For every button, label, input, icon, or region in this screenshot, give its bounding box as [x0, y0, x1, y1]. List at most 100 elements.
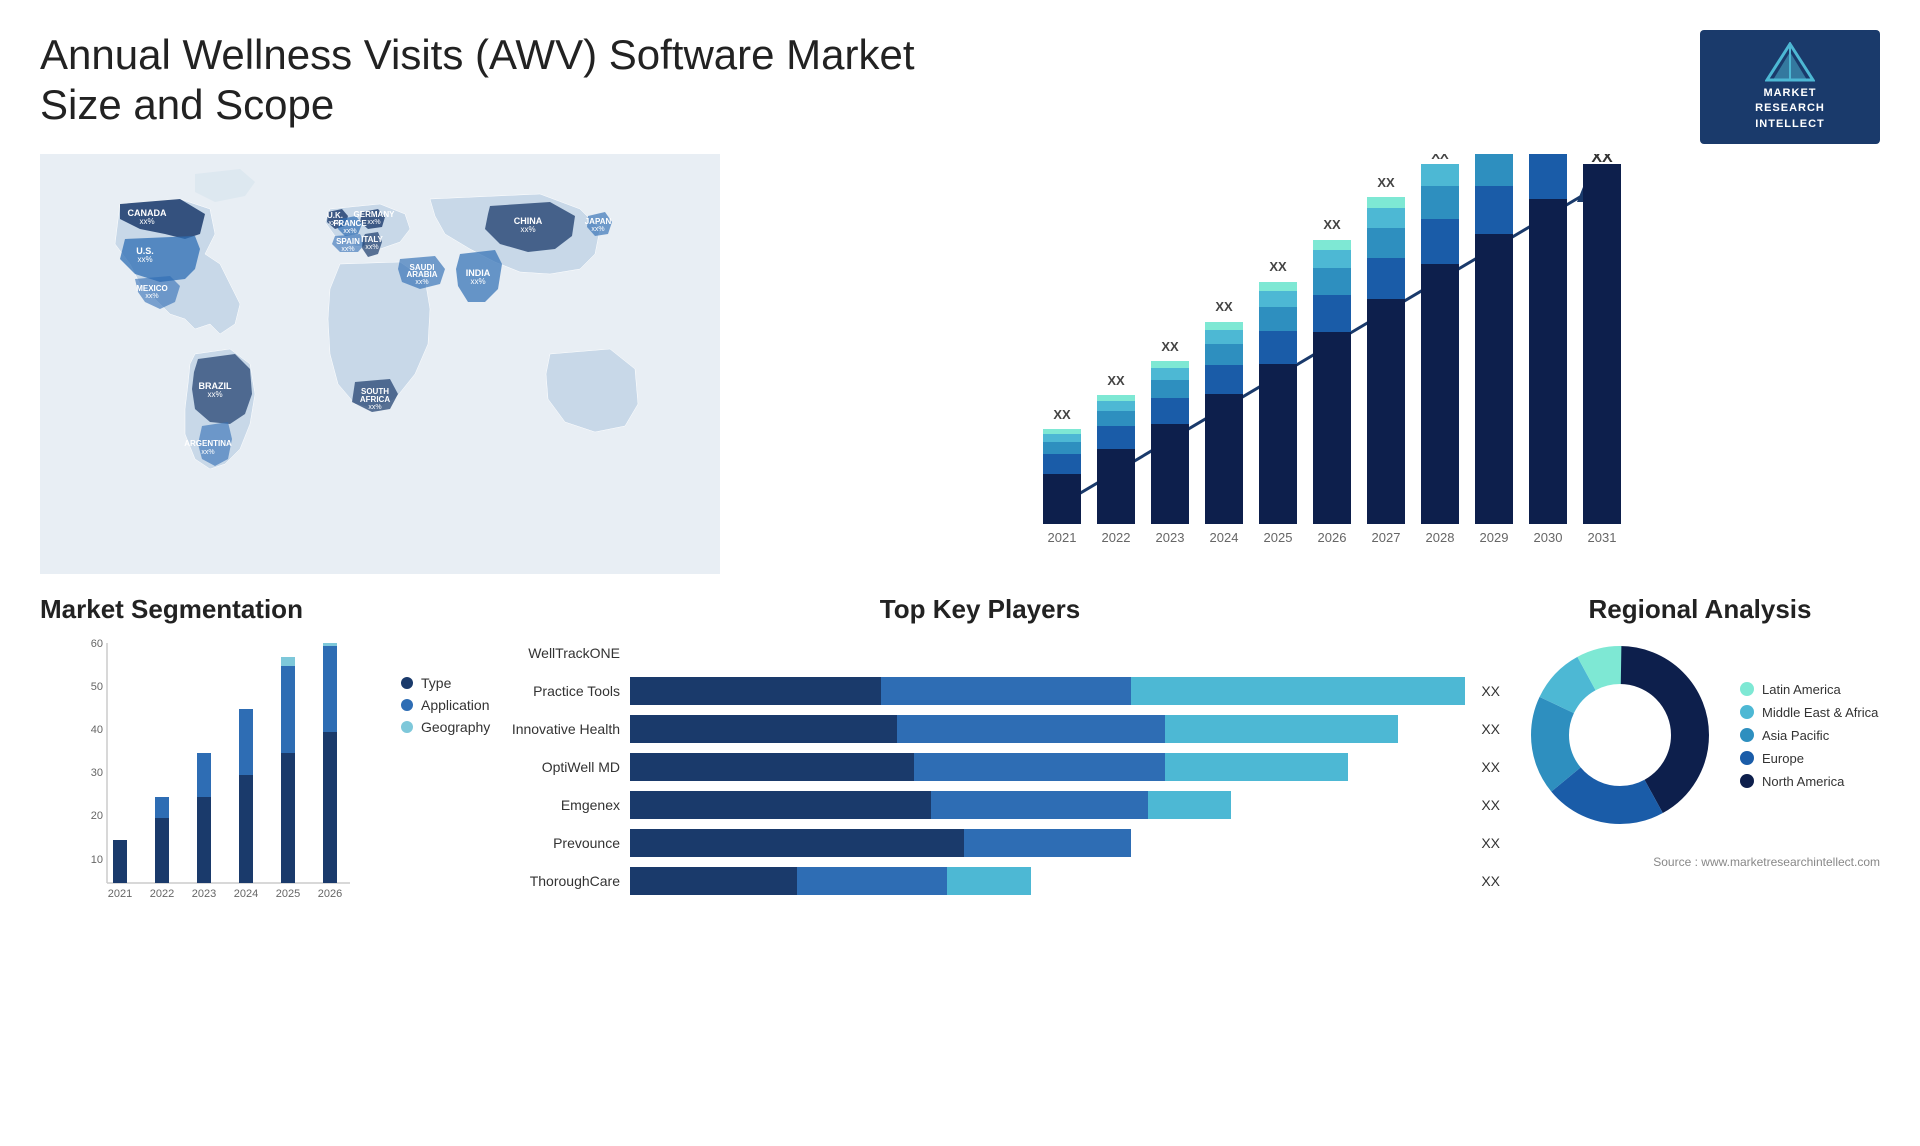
- reg-dot-middle-east: [1740, 705, 1754, 719]
- svg-text:SPAIN: SPAIN: [336, 237, 360, 246]
- svg-text:2021: 2021: [1048, 530, 1077, 545]
- reg-label-middle-east: Middle East & Africa: [1762, 705, 1878, 720]
- svg-text:FRANCE: FRANCE: [333, 219, 367, 228]
- page-title: Annual Wellness Visits (AWV) Software Ma…: [40, 30, 940, 131]
- svg-text:xx%: xx%: [207, 390, 222, 399]
- player-name: ThoroughCare: [460, 873, 620, 889]
- svg-text:2026: 2026: [318, 888, 342, 900]
- logo-icon: [1765, 42, 1815, 82]
- svg-text:XX: XX: [1161, 339, 1179, 354]
- player-xx: XX: [1481, 683, 1500, 699]
- svg-text:XX: XX: [1591, 154, 1613, 166]
- svg-text:xx%: xx%: [368, 404, 381, 411]
- reg-dot-asia-pacific: [1740, 728, 1754, 742]
- svg-text:GERMANY: GERMANY: [354, 210, 396, 219]
- svg-text:xx%: xx%: [470, 277, 485, 286]
- player-bar-container: [630, 791, 1465, 819]
- svg-text:MEXICO: MEXICO: [136, 284, 168, 293]
- bar-seg3: [1131, 677, 1465, 705]
- bar-seg3: [1165, 715, 1399, 743]
- player-row: Emgenex XX: [460, 791, 1500, 819]
- svg-text:50: 50: [91, 681, 103, 693]
- player-name: OptiWell MD: [460, 759, 620, 775]
- growth-chart: XX XX XX XX: [750, 154, 1880, 574]
- svg-text:2027: 2027: [1372, 530, 1401, 545]
- svg-text:2022: 2022: [1102, 530, 1131, 545]
- reg-label-latin-america: Latin America: [1762, 682, 1841, 697]
- player-bar-container: [630, 829, 1465, 857]
- player-row: OptiWell MD XX: [460, 753, 1500, 781]
- player-xx: XX: [1481, 873, 1500, 889]
- bar-seg2: [931, 791, 1148, 819]
- bottom-row: Market Segmentation 60 50 40 30 20 10: [0, 574, 1920, 954]
- bar-seg2: [881, 677, 1132, 705]
- bar-seg1: [630, 867, 797, 895]
- regional-content: Latin America Middle East & Africa Asia …: [1520, 635, 1880, 835]
- reg-legend-latin-america: Latin America: [1740, 682, 1878, 697]
- player-name: Prevounce: [460, 835, 620, 851]
- svg-text:2026: 2026: [1318, 530, 1347, 545]
- reg-legend-europe: Europe: [1740, 751, 1878, 766]
- logo-text: MARKETRESEARCHINTELLECT: [1755, 86, 1825, 132]
- svg-text:2030: 2030: [1534, 530, 1563, 545]
- bar-seg1: [630, 715, 897, 743]
- bar-seg1: [630, 791, 931, 819]
- bar-seg3: [1165, 753, 1349, 781]
- player-name: Practice Tools: [460, 683, 620, 699]
- player-bar-container: [630, 715, 1465, 743]
- player-row: Practice Tools XX: [460, 677, 1500, 705]
- svg-text:xx%: xx%: [367, 219, 380, 226]
- bar-seg3: [1148, 791, 1232, 819]
- svg-text:xx%: xx%: [415, 279, 428, 286]
- svg-text:XX: XX: [1053, 407, 1071, 422]
- bar-seg1: [630, 677, 881, 705]
- svg-text:2031: 2031: [1588, 530, 1617, 545]
- player-xx: XX: [1481, 721, 1500, 737]
- svg-text:xx%: xx%: [137, 255, 152, 264]
- svg-text:xx%: xx%: [139, 217, 154, 226]
- svg-text:XX: XX: [1215, 299, 1233, 314]
- svg-text:2022: 2022: [150, 888, 174, 900]
- segmentation-title: Market Segmentation: [40, 594, 420, 625]
- bar-seg1: [630, 829, 964, 857]
- header: Annual Wellness Visits (AWV) Software Ma…: [0, 0, 1920, 154]
- reg-label-asia-pacific: Asia Pacific: [1762, 728, 1829, 743]
- player-bar-container: [630, 753, 1465, 781]
- svg-text:30: 30: [91, 767, 103, 779]
- svg-text:XX: XX: [1377, 175, 1395, 190]
- growth-chart-section: XX XX XX XX: [750, 154, 1880, 574]
- player-name: WellTrackONE: [460, 645, 620, 661]
- reg-legend-north-america: North America: [1740, 774, 1878, 789]
- svg-text:xx%: xx%: [201, 449, 214, 456]
- bar-seg1: [630, 753, 914, 781]
- players-section: Top Key Players WellTrackONE Practice To…: [440, 594, 1500, 954]
- svg-text:XX: XX: [1323, 217, 1341, 232]
- svg-text:xx%: xx%: [591, 226, 604, 233]
- svg-text:ITALY: ITALY: [361, 235, 383, 244]
- world-map: CANADA xx% U.S. xx% MEXICO xx% BRAZIL xx…: [40, 154, 720, 574]
- legend-dot-type: [401, 677, 413, 689]
- player-bar-container: [630, 639, 1500, 667]
- regional-legend: Latin America Middle East & Africa Asia …: [1740, 682, 1878, 789]
- svg-text:AFRICA: AFRICA: [360, 395, 390, 404]
- svg-text:2023: 2023: [1156, 530, 1185, 545]
- bar-seg2: [914, 753, 1165, 781]
- player-bar-container: [630, 867, 1465, 895]
- svg-text:JAPAN: JAPAN: [585, 217, 612, 226]
- player-row: ThoroughCare XX: [460, 867, 1500, 895]
- logo: MARKETRESEARCHINTELLECT: [1700, 30, 1880, 144]
- regional-title: Regional Analysis: [1520, 594, 1880, 625]
- reg-legend-asia-pacific: Asia Pacific: [1740, 728, 1878, 743]
- svg-text:XX: XX: [1431, 154, 1449, 162]
- svg-text:ARGENTINA: ARGENTINA: [184, 439, 232, 448]
- legend-dot-application: [401, 699, 413, 711]
- svg-text:2028: 2028: [1426, 530, 1455, 545]
- svg-text:2025: 2025: [276, 888, 300, 900]
- svg-text:XX: XX: [1269, 259, 1287, 274]
- svg-text:XX: XX: [1485, 154, 1503, 157]
- player-name: Innovative Health: [460, 721, 620, 737]
- segmentation-chart: 60 50 40 30 20 10: [75, 635, 355, 905]
- svg-text:XX: XX: [1539, 154, 1557, 157]
- svg-text:60: 60: [91, 638, 103, 650]
- source-text: Source : www.marketresearchintellect.com: [1520, 855, 1880, 869]
